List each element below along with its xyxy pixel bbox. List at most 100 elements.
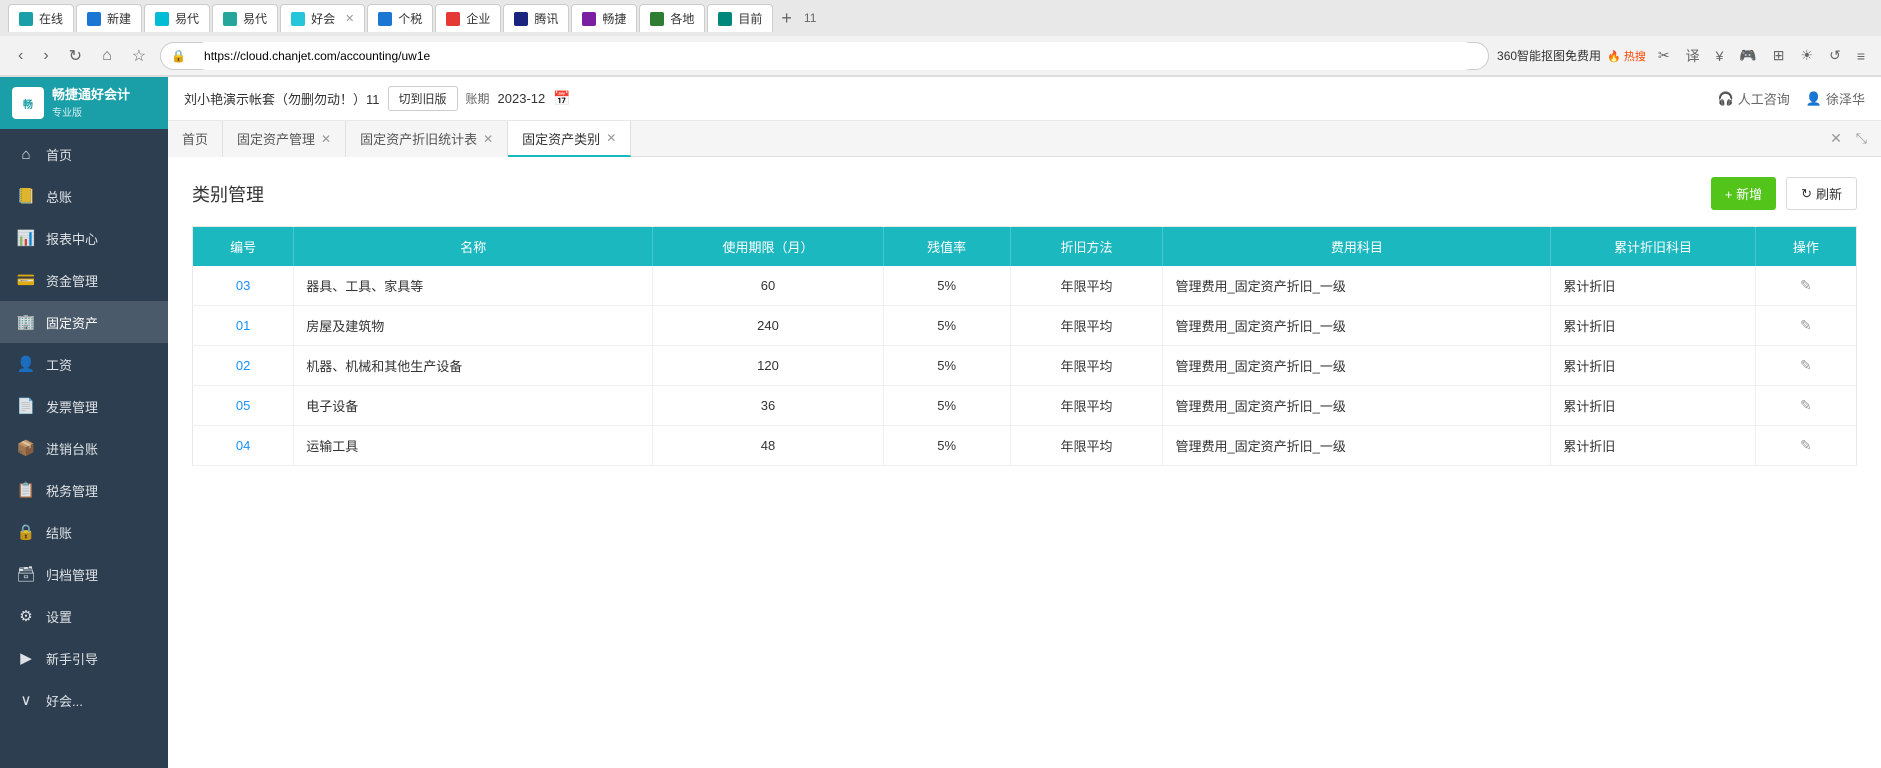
refresh-button[interactable]: ↻ 刷新 xyxy=(1786,177,1857,210)
tab-label: 好会 xyxy=(311,10,335,27)
tab-label: 在线 xyxy=(39,10,63,27)
row-code[interactable]: 04 xyxy=(236,438,250,453)
payroll-icon: 👤 xyxy=(16,355,36,373)
table-row: 02 机器、机械和其他生产设备 120 5% 年限平均 管理费用_固定资产折旧_… xyxy=(193,346,1857,386)
sidebar-app-title: 畅捷通好会计 xyxy=(52,87,130,104)
browser-tab-online[interactable]: 在线 xyxy=(8,4,74,32)
help-label: 人工咨询 xyxy=(1738,89,1790,108)
page-tab-label: 固定资产管理 xyxy=(237,129,315,148)
row-code[interactable]: 01 xyxy=(236,318,250,333)
cut-icon[interactable]: ✂ xyxy=(1654,45,1674,66)
col-header-period: 使用期限（月） xyxy=(653,227,883,267)
sidebar-item-tax[interactable]: 📋 税务管理 xyxy=(0,469,168,511)
app-header-left: 刘小艳演示帐套（勿删勿动！）11 切到旧版 账期 2023-12 📅 xyxy=(184,86,571,111)
funds-icon: 💳 xyxy=(16,271,36,289)
row-code[interactable]: 02 xyxy=(236,358,250,373)
sidebar-item-fixed-assets[interactable]: 🏢 固定资产 xyxy=(0,301,168,343)
address-input[interactable] xyxy=(192,42,1478,70)
page-tab-depreciation-table[interactable]: 固定资产折旧统计表 ✕ xyxy=(346,121,508,157)
sidebar-item-label: 归档管理 xyxy=(46,565,98,584)
undo-icon[interactable]: ↺ xyxy=(1825,45,1845,66)
page-tabs: 首页 固定资产管理 ✕ 固定资产折旧统计表 ✕ 固定资产类别 ✕ ✕ ⤡ xyxy=(168,121,1881,157)
back-button[interactable]: ‹ xyxy=(12,45,29,67)
main-content: 刘小艳演示帐套（勿删勿动！）11 切到旧版 账期 2023-12 📅 🎧 人工咨… xyxy=(168,77,1881,768)
row-accumulated: 累计折旧 xyxy=(1551,386,1755,426)
sidebar-item-more[interactable]: ∨ 好会... xyxy=(0,679,168,721)
browser-tab-haohui[interactable]: 好会 ✕ xyxy=(280,4,365,32)
table-header: 编号 名称 使用期限（月） 残值率 折旧方法 费用科目 累计折旧科目 操作 xyxy=(193,227,1857,267)
forward-button[interactable]: › xyxy=(37,45,54,67)
home-button[interactable]: ⌂ xyxy=(96,45,118,67)
browser-tab-qiye[interactable]: 企业 xyxy=(435,4,501,32)
tab-resize-buttons: ✕ ⤡ xyxy=(1824,128,1881,149)
browser-tab-yidai2[interactable]: 易代 xyxy=(212,4,278,32)
switch-version-button[interactable]: 切到旧版 xyxy=(388,86,458,111)
calendar-icon[interactable]: 📅 xyxy=(553,90,570,107)
browser-tab-changjie[interactable]: 畅捷 xyxy=(571,4,637,32)
reload-button[interactable]: ↻ xyxy=(63,44,88,68)
edit-button[interactable]: ✎ xyxy=(1800,317,1812,333)
sidebar-item-invoice[interactable]: 📄 发票管理 xyxy=(0,385,168,427)
sidebar-item-guide[interactable]: ▶ 新手引导 xyxy=(0,637,168,679)
row-code[interactable]: 03 xyxy=(236,278,250,293)
sidebar-item-home[interactable]: ⌂ 首页 xyxy=(0,133,168,175)
hot-tag[interactable]: 🔥 热搜 xyxy=(1607,48,1646,64)
home-icon: ⌂ xyxy=(16,146,36,163)
sidebar-header: 畅 畅捷通好会计 专业版 xyxy=(0,77,168,129)
grid-icon[interactable]: ⊞ xyxy=(1769,45,1789,66)
browser-tab-muqian[interactable]: 目前 xyxy=(707,4,773,32)
row-method: 年限平均 xyxy=(1010,266,1163,306)
game-icon[interactable]: 🎮 xyxy=(1735,45,1760,66)
close-panel-button[interactable]: ✕ xyxy=(1824,128,1848,149)
help-button[interactable]: 🎧 人工咨询 xyxy=(1718,89,1790,108)
row-residual: 5% xyxy=(883,346,1010,386)
col-header-expense: 费用科目 xyxy=(1163,227,1551,267)
user-button[interactable]: 👤 徐泽华 xyxy=(1806,89,1865,108)
sidebar-item-settings[interactable]: ⚙ 设置 xyxy=(0,595,168,637)
sidebar-item-payroll[interactable]: 👤 工资 xyxy=(0,343,168,385)
menu-icon[interactable]: ≡ xyxy=(1853,46,1869,66)
page-tab-home-label: 首页 xyxy=(182,129,208,148)
translate-icon[interactable]: 译 xyxy=(1682,44,1704,68)
browser-tab-gedi[interactable]: 各地 xyxy=(639,4,705,32)
edit-button[interactable]: ✎ xyxy=(1800,357,1812,373)
sidebar-title-area: 畅捷通好会计 专业版 xyxy=(52,87,130,119)
row-residual: 5% xyxy=(883,266,1010,306)
page-tab-home[interactable]: 首页 xyxy=(168,121,223,157)
sidebar-item-label: 结账 xyxy=(46,523,72,542)
content-area: 类别管理 + 新增 ↻ 刷新 编号 名称 使用期限（月） 残值率 xyxy=(168,157,1881,768)
row-accumulated: 累计折旧 xyxy=(1551,346,1755,386)
sidebar-item-inventory[interactable]: 📦 进销台账 xyxy=(0,427,168,469)
edit-button[interactable]: ✎ xyxy=(1800,397,1812,413)
edit-button[interactable]: ✎ xyxy=(1800,437,1812,453)
sidebar-item-closing[interactable]: 🔒 结账 xyxy=(0,511,168,553)
row-code[interactable]: 05 xyxy=(236,398,250,413)
sidebar-item-reports[interactable]: 📊 报表中心 xyxy=(0,217,168,259)
reports-icon: 📊 xyxy=(16,229,36,247)
sidebar-item-ledger[interactable]: 📒 总账 xyxy=(0,175,168,217)
maximize-panel-button[interactable]: ⤡ xyxy=(1850,128,1873,149)
brightness-icon[interactable]: ☀ xyxy=(1797,45,1818,66)
edit-button[interactable]: ✎ xyxy=(1800,277,1812,293)
row-name: 房屋及建筑物 xyxy=(294,306,653,346)
page-tab-fixed-asset-mgmt[interactable]: 固定资产管理 ✕ xyxy=(223,121,346,157)
page-tab-close-asset-category[interactable]: ✕ xyxy=(606,131,616,145)
sidebar-item-funds[interactable]: 💳 资金管理 xyxy=(0,259,168,301)
page-tab-asset-category[interactable]: 固定资产类别 ✕ xyxy=(508,121,631,157)
tab-close-haohui[interactable]: ✕ xyxy=(345,12,354,25)
col-header-residual: 残值率 xyxy=(883,227,1010,267)
add-button[interactable]: + 新增 xyxy=(1711,177,1776,210)
new-tab-button[interactable]: + xyxy=(775,8,798,29)
more-icon: ∨ xyxy=(16,691,36,709)
col-header-accumulated: 累计折旧科目 xyxy=(1551,227,1755,267)
tab-label: 腾讯 xyxy=(534,10,558,27)
page-tab-close-fixed-asset-mgmt[interactable]: ✕ xyxy=(321,132,331,146)
browser-tab-geshui[interactable]: 个税 xyxy=(367,4,433,32)
browser-tab-yidai1[interactable]: 易代 xyxy=(144,4,210,32)
wallet-icon[interactable]: ¥ xyxy=(1712,46,1728,66)
sidebar-item-archive[interactable]: 🗃 归档管理 xyxy=(0,553,168,595)
bookmark-button[interactable]: ☆ xyxy=(126,44,152,68)
browser-tab-tencent[interactable]: 腾讯 xyxy=(503,4,569,32)
page-tab-close-depreciation-table[interactable]: ✕ xyxy=(483,132,493,146)
browser-tab-new[interactable]: 新建 xyxy=(76,4,142,32)
